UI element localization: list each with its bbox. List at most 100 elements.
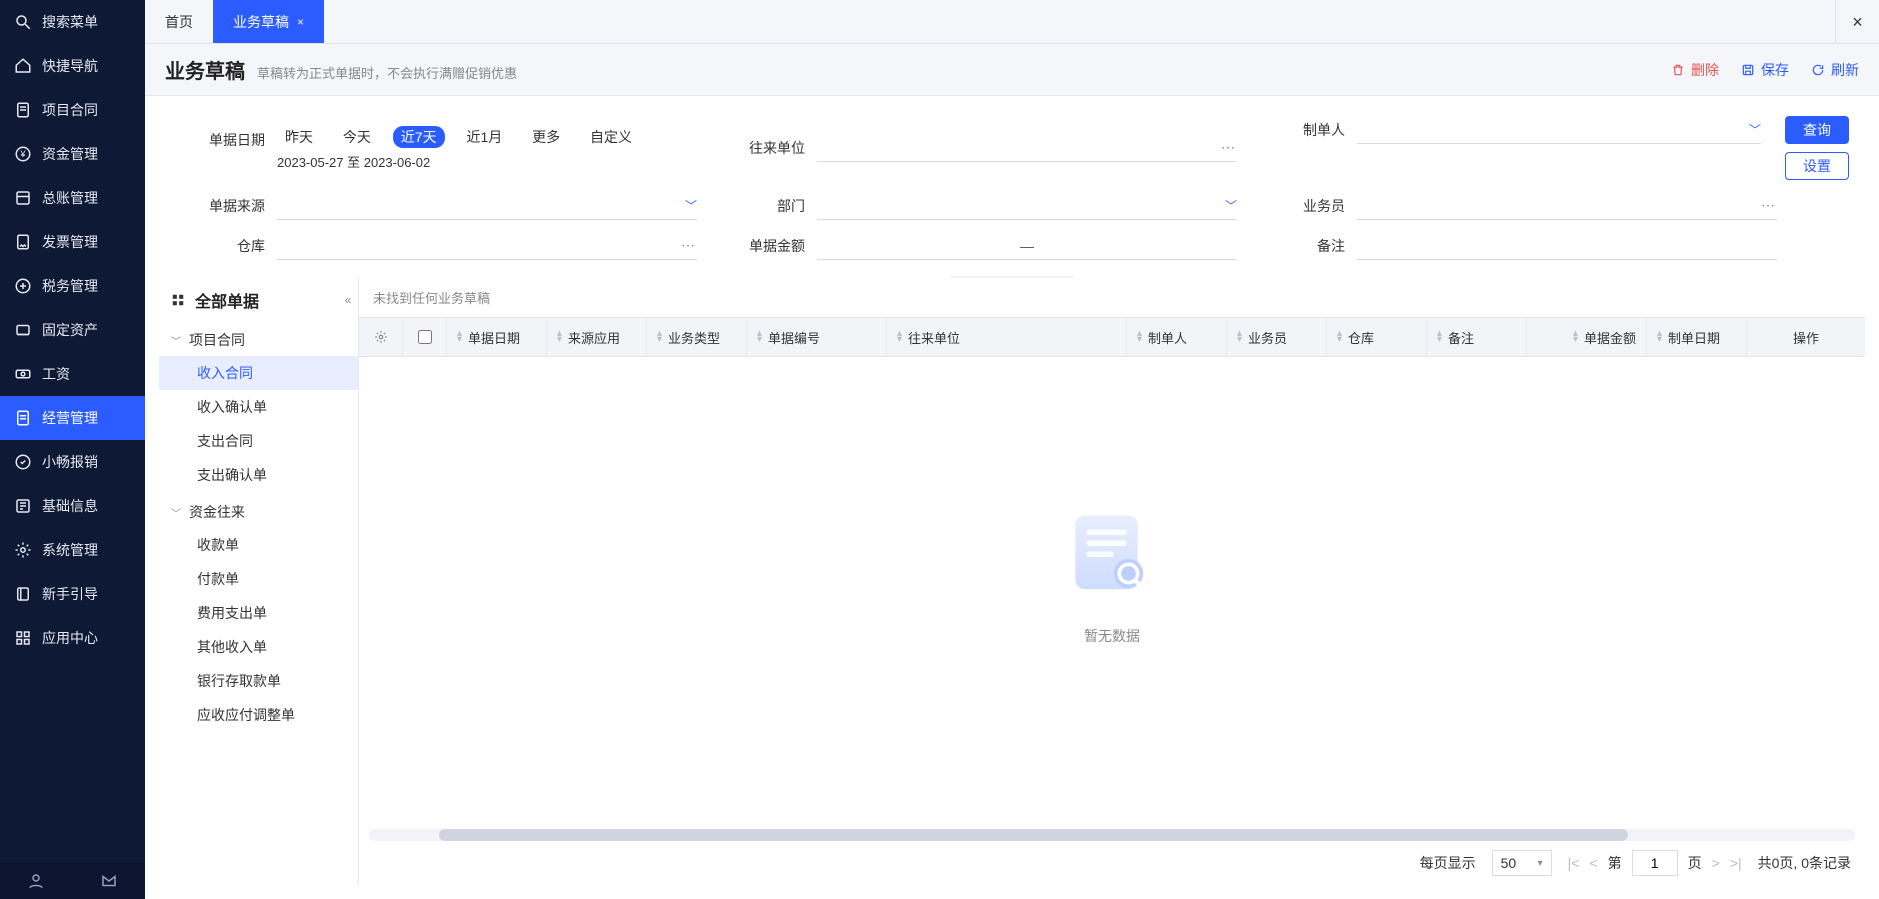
col-action: 操作 — [1747, 318, 1865, 356]
last-page-button[interactable]: >| — [1730, 855, 1742, 871]
department-select[interactable]: ﹀ — [817, 192, 1237, 220]
footer-icon-2[interactable] — [100, 872, 118, 890]
date-opt-7days[interactable]: 近7天 — [393, 126, 445, 148]
select-all-checkbox[interactable] — [418, 330, 432, 344]
salesman-input[interactable]: ⋯ — [1357, 192, 1777, 220]
scrollbar-thumb[interactable] — [439, 829, 1628, 841]
footer-icon-1[interactable] — [27, 872, 45, 890]
save-button[interactable]: 保存 — [1741, 60, 1789, 80]
sidebar-item-beginner-guide[interactable]: 新手引导 — [0, 572, 145, 616]
first-page-button[interactable]: |< — [1568, 855, 1580, 871]
remark-input[interactable] — [1357, 232, 1777, 260]
action-label: 保存 — [1761, 60, 1789, 80]
tree-item-label: 银行存取款单 — [197, 673, 281, 689]
delete-button[interactable]: 删除 — [1671, 60, 1719, 80]
tree-group-fund-transactions[interactable]: ﹀ 资金往来 — [159, 496, 358, 528]
date-opt-1month[interactable]: 近1月 — [458, 126, 510, 148]
col-biz-type[interactable]: ▴▾业务类型 — [647, 318, 747, 356]
more-icon: ⋯ — [1221, 139, 1237, 156]
col-create-date[interactable]: ▴▾制单日期 — [1647, 318, 1747, 356]
tab-business-draft[interactable]: 业务草稿 × — [213, 0, 324, 43]
col-label: 备注 — [1448, 328, 1474, 347]
tree-collapse-button[interactable]: « — [337, 278, 359, 322]
filter-label-remark: 备注 — [1255, 232, 1345, 256]
col-partner[interactable]: ▴▾往来单位 — [887, 318, 1127, 356]
tree-item-label: 收入合同 — [197, 365, 253, 381]
tabs-close-all[interactable]: × — [1835, 0, 1879, 44]
button-label: 查询 — [1803, 120, 1831, 140]
col-preparer[interactable]: ▴▾制单人 — [1127, 318, 1227, 356]
tree-item-receipt[interactable]: 收款单 — [159, 528, 358, 562]
col-remark[interactable]: ▴▾备注 — [1427, 318, 1527, 356]
sidebar-item-label: 系统管理 — [42, 540, 98, 560]
doc-amount-input[interactable]: — — [817, 232, 1237, 260]
col-doc-no[interactable]: ▴▾单据编号 — [747, 318, 887, 356]
home-icon — [14, 57, 32, 75]
sidebar-item-tax-management[interactable]: 税务管理 — [0, 264, 145, 308]
col-salesman[interactable]: ▴▾业务员 — [1227, 318, 1327, 356]
tree-item-income-contract[interactable]: 收入合同 — [159, 356, 358, 390]
sidebar-item-label: 快捷导航 — [42, 56, 98, 76]
tree-item-bank-deposit[interactable]: 银行存取款单 — [159, 664, 358, 698]
tab-label: 业务草稿 — [233, 12, 289, 32]
query-button[interactable]: 查询 — [1785, 116, 1849, 144]
date-opt-today[interactable]: 今天 — [335, 126, 379, 148]
col-warehouse[interactable]: ▴▾仓库 — [1327, 318, 1427, 356]
tree-item-expense-sheet[interactable]: 费用支出单 — [159, 596, 358, 630]
sort-icon: ▴▾ — [757, 331, 762, 343]
tree-item-payment[interactable]: 付款单 — [159, 562, 358, 596]
col-doc-date[interactable]: ▴▾单据日期 — [447, 318, 547, 356]
sidebar-item-basic-info[interactable]: 基础信息 — [0, 484, 145, 528]
refresh-button[interactable]: 刷新 — [1811, 60, 1859, 80]
save-icon — [1741, 63, 1755, 77]
settings-button[interactable]: 设置 — [1785, 152, 1849, 180]
filter-label-partner: 往来单位 — [715, 134, 805, 158]
col-source-app[interactable]: ▴▾来源应用 — [547, 318, 647, 356]
date-opt-yesterday[interactable]: 昨天 — [277, 126, 321, 148]
sidebar-item-salary[interactable]: 工资 — [0, 352, 145, 396]
sidebar-item-fund-management[interactable]: ¥ 资金管理 — [0, 132, 145, 176]
tab-home[interactable]: 首页 — [145, 0, 213, 43]
grid-not-found-message: 未找到任何业务草稿 — [359, 278, 1865, 317]
sidebar-item-reimbursement[interactable]: 小畅报销 — [0, 440, 145, 484]
warehouse-input[interactable]: ⋯ — [277, 232, 697, 260]
close-icon[interactable]: × — [297, 15, 304, 29]
doc-source-select[interactable]: ﹀ — [277, 192, 697, 220]
horizontal-scrollbar[interactable] — [369, 829, 1855, 841]
date-range-options: 昨天 今天 近7天 近1月 更多 自定义 — [277, 126, 650, 148]
sidebar-item-general-ledger[interactable]: 总账管理 — [0, 176, 145, 220]
page-input[interactable] — [1632, 850, 1678, 876]
tree-item-expense-contract[interactable]: 支出合同 — [159, 424, 358, 458]
sidebar-item-invoice-management[interactable]: 发票管理 — [0, 220, 145, 264]
preparer-input[interactable]: ﹀ — [1357, 116, 1761, 144]
col-doc-amount[interactable]: ▴▾单据金额 — [1527, 318, 1647, 356]
sidebar-item-project-contract[interactable]: 项目合同 — [0, 88, 145, 132]
next-page-button[interactable]: > — [1712, 855, 1720, 871]
grid-settings-cell[interactable] — [359, 318, 403, 356]
page-size-select[interactable]: 50 ▾ — [1492, 850, 1552, 876]
date-opt-more[interactable]: 更多 — [524, 126, 568, 148]
sidebar-item-business-management[interactable]: 经营管理 — [0, 396, 145, 440]
sidebar-item-quick-nav[interactable]: 快捷导航 — [0, 44, 145, 88]
grid-select-all-cell[interactable] — [403, 318, 447, 356]
date-opt-custom[interactable]: 自定义 — [582, 126, 640, 148]
sidebar-item-search-menu[interactable]: 搜索菜单 — [0, 0, 145, 44]
tree-item-expense-confirm[interactable]: 支出确认单 — [159, 458, 358, 492]
sidebar-item-fixed-assets[interactable]: 固定资产 — [0, 308, 145, 352]
tree-item-other-income[interactable]: 其他收入单 — [159, 630, 358, 664]
prev-page-button[interactable]: < — [1589, 855, 1597, 871]
sidebar-item-label: 应用中心 — [42, 628, 98, 648]
tree-title: 全部单据 — [195, 288, 259, 312]
tree-item-ar-ap-adjust[interactable]: 应收应付调整单 — [159, 698, 358, 732]
tree-header: 全部单据 — [159, 278, 358, 322]
tree-group-project-contract[interactable]: ﹀ 项目合同 — [159, 324, 358, 356]
tree-item-income-confirm[interactable]: 收入确认单 — [159, 390, 358, 424]
per-page-label: 每页显示 — [1420, 853, 1476, 873]
sidebar-item-label: 小畅报销 — [42, 452, 98, 472]
col-label: 业务类型 — [668, 328, 720, 347]
sidebar-item-app-center[interactable]: 应用中心 — [0, 616, 145, 660]
partner-input[interactable]: ⋯ — [817, 134, 1237, 162]
sidebar-item-label: 固定资产 — [42, 320, 98, 340]
grid-body: 暂无数据 — [359, 357, 1865, 829]
sidebar-item-system-management[interactable]: 系统管理 — [0, 528, 145, 572]
